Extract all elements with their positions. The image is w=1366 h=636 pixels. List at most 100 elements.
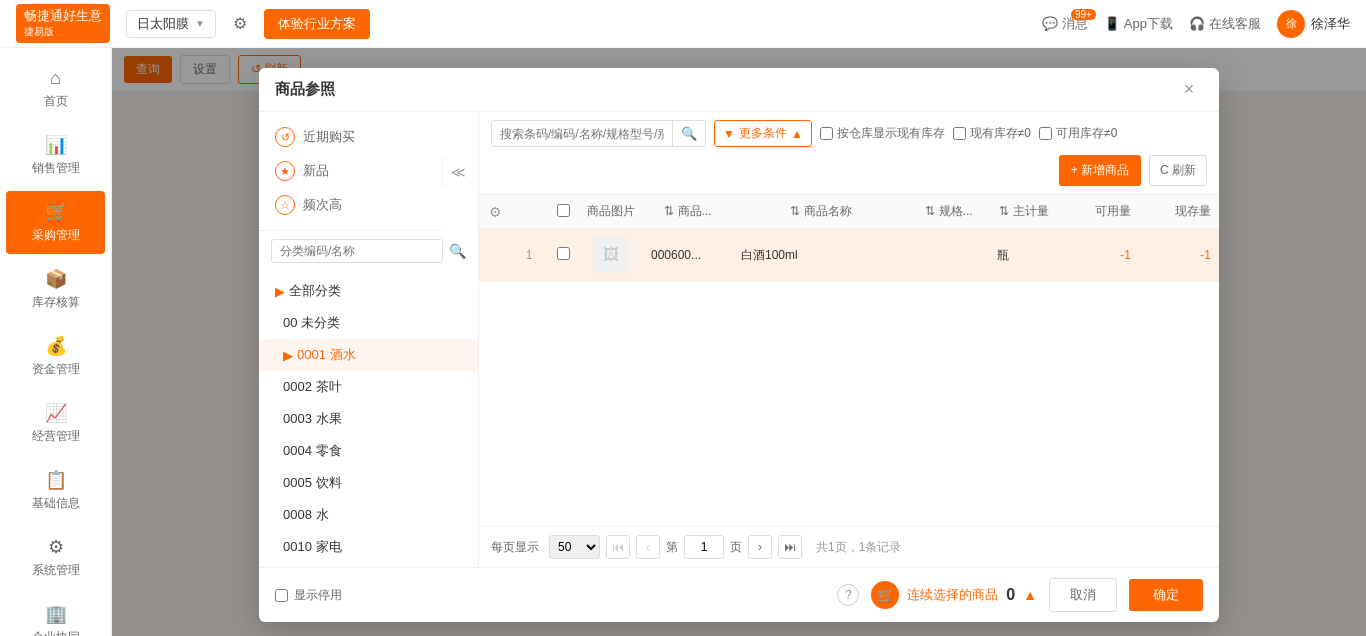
filter-warehouse-check[interactable]: 按仓库显示现有库存 [820, 125, 945, 142]
modal-title: 商品参照 [275, 80, 1175, 99]
col-settings-header: ⚙ [479, 195, 511, 229]
row-image-cell: 🖼 [579, 229, 643, 282]
classify-search-button[interactable]: 🔍 [449, 243, 466, 259]
product-search-input[interactable] [492, 122, 672, 146]
modal-close-button[interactable]: × [1175, 76, 1203, 104]
page-prev-button[interactable]: ‹ [636, 535, 660, 559]
page-first-button[interactable]: ⏮ [606, 535, 630, 559]
per-page-label: 每页显示 [491, 539, 539, 556]
user-menu[interactable]: 徐 徐泽华 [1277, 10, 1350, 38]
filter-up-icon: ▲ [791, 127, 803, 141]
page-last-button[interactable]: ⏭ [778, 535, 802, 559]
classify-item-0001[interactable]: ▶ 0001 酒水 [259, 339, 478, 371]
frequent-icon: ☆ [275, 195, 295, 215]
operations-icon: 📈 [45, 402, 67, 424]
sidebar-item-basic[interactable]: 📋 基础信息 [6, 459, 105, 522]
tab-recent-label: 近期购买 [303, 128, 355, 146]
product-search-button[interactable]: 🔍 [672, 121, 705, 146]
nav-selector[interactable]: 日太阳膜 ▼ [126, 10, 216, 38]
sidebar-label-sales: 销售管理 [32, 160, 80, 177]
basic-icon: 📋 [45, 469, 67, 491]
classify-item-0008[interactable]: 0008 水 [259, 499, 478, 531]
collapse-cart-icon[interactable]: ▲ [1023, 587, 1037, 603]
expand-all-icon: ▶ [275, 284, 285, 299]
table-row[interactable]: 1 🖼 00 [479, 229, 1219, 282]
page-next-button[interactable]: › [748, 535, 772, 559]
sidebar-label-purchase: 采购管理 [32, 227, 80, 244]
left-panel-tabs: ↺ 近期购买 ★ 新品 ☆ 频次高 [259, 112, 442, 231]
collapse-panel-button[interactable]: ≪ [442, 156, 474, 188]
product-search-box: 🔍 [491, 120, 706, 147]
show-disabled-label[interactable]: 显示停用 [275, 587, 342, 604]
tab-frequent[interactable]: ☆ 频次高 [259, 188, 442, 222]
sidebar-item-purchase[interactable]: 🛒 采购管理 [6, 191, 105, 254]
filter-bar: 🔍 ▼ 更多条件 ▲ 按仓库显示现有库存 [479, 112, 1219, 195]
classify-0005-label: 0005 饮料 [283, 474, 342, 492]
content-area: 查询 设置 ↺ 刷新 商品参照 × [112, 48, 1366, 636]
cart-count: 0 [1006, 586, 1015, 604]
available-checkbox[interactable] [953, 127, 966, 140]
topbar-right: 💬 消息 99+ 📱 App下载 🎧 在线客服 徐 徐泽华 [1042, 10, 1350, 38]
tab-new-label: 新品 [303, 162, 329, 180]
page-label: 第 [666, 539, 678, 556]
show-disabled-checkbox[interactable] [275, 589, 288, 602]
inventory-icon: 📦 [45, 268, 67, 290]
add-product-button[interactable]: + 新增商品 [1059, 155, 1141, 186]
page-number-input[interactable] [684, 535, 724, 559]
left-panel: ↺ 近期购买 ★ 新品 ☆ 频次高 [259, 112, 479, 567]
classify-item-0005[interactable]: 0005 饮料 [259, 467, 478, 499]
refresh-button[interactable]: C 刷新 [1149, 155, 1207, 186]
page-size-select[interactable]: 50 20 100 200 [549, 535, 600, 559]
online-service-button[interactable]: 🎧 在线客服 [1189, 15, 1261, 33]
logo[interactable]: 畅捷通好生意 捷易版 [16, 4, 110, 43]
col-stock-header: 现存量 [1139, 195, 1219, 229]
tab-new[interactable]: ★ 新品 [259, 154, 442, 188]
row-checkbox[interactable] [557, 247, 570, 260]
notifications-button[interactable]: 💬 消息 99+ [1042, 15, 1088, 33]
table-settings-icon[interactable]: ⚙ [489, 204, 502, 220]
experience-button[interactable]: 体验行业方案 [264, 9, 370, 39]
col-name-header[interactable]: ⇅ 商品名称 [733, 195, 909, 229]
classify-item-0002[interactable]: 0002 茶叶 [259, 371, 478, 403]
warehouse-checkbox[interactable] [820, 127, 833, 140]
sidebar-item-home[interactable]: ⌂ 首页 [6, 58, 105, 120]
row-settings-cell [479, 229, 511, 282]
row-unit-cell: 瓶 [989, 229, 1059, 282]
filter-available-check[interactable]: 现有库存≠0 [953, 125, 1031, 142]
col-unit-header[interactable]: ⇅ 主计量 [989, 195, 1059, 229]
logo-text: 畅捷通好生意 [24, 8, 102, 25]
help-icon[interactable]: ? [837, 584, 859, 606]
col-code-header[interactable]: ⇅ 商品... [643, 195, 733, 229]
classify-search-area: 🔍 [259, 231, 478, 271]
sidebar-item-enterprise[interactable]: 🏢 企业协同 [6, 593, 105, 636]
sidebar-item-sales[interactable]: 📊 销售管理 [6, 124, 105, 187]
sidebar-item-operations[interactable]: 📈 经营管理 [6, 392, 105, 455]
expand-0001-icon: ▶ [283, 348, 293, 363]
usable-checkbox[interactable] [1039, 127, 1052, 140]
cart-area[interactable]: 🛒 连续选择的商品 0 ▲ [871, 581, 1037, 609]
product-table: ⚙ 商品图片 [479, 195, 1219, 282]
action-buttons: + 新增商品 C 刷新 [1059, 155, 1207, 186]
sidebar-item-inventory[interactable]: 📦 库存核算 [6, 258, 105, 321]
sidebar-item-finance[interactable]: 💰 资金管理 [6, 325, 105, 388]
classify-item-0004[interactable]: 0004 零食 [259, 435, 478, 467]
classify-item-0010[interactable]: 0010 家电 [259, 531, 478, 563]
classify-item-00[interactable]: 00 未分类 [259, 307, 478, 339]
classify-item-all[interactable]: ▶ 全部分类 [259, 275, 478, 307]
cancel-button[interactable]: 取消 [1049, 578, 1117, 612]
select-all-checkbox[interactable] [557, 204, 570, 217]
settings-button[interactable]: ⚙ [224, 8, 256, 40]
classify-item-0003[interactable]: 0003 水果 [259, 403, 478, 435]
classify-search-input[interactable] [271, 239, 443, 263]
tab-recent[interactable]: ↺ 近期购买 [259, 120, 442, 154]
sidebar-item-system[interactable]: ⚙ 系统管理 [6, 526, 105, 589]
more-filters-button[interactable]: ▼ 更多条件 ▲ [714, 120, 812, 147]
modal-overlay: 商品参照 × ↺ 近期购买 [112, 48, 1366, 636]
filter-usable-check[interactable]: 可用库存≠0 [1039, 125, 1117, 142]
confirm-button[interactable]: 确定 [1129, 579, 1203, 611]
col-spec-header[interactable]: ⇅ 规格... [909, 195, 989, 229]
app-download-button[interactable]: 📱 App下载 [1104, 15, 1173, 33]
col-available-header[interactable]: 可用量 [1059, 195, 1139, 229]
sidebar-label-home: 首页 [44, 93, 68, 110]
modal-body: ↺ 近期购买 ★ 新品 ☆ 频次高 [259, 112, 1219, 567]
